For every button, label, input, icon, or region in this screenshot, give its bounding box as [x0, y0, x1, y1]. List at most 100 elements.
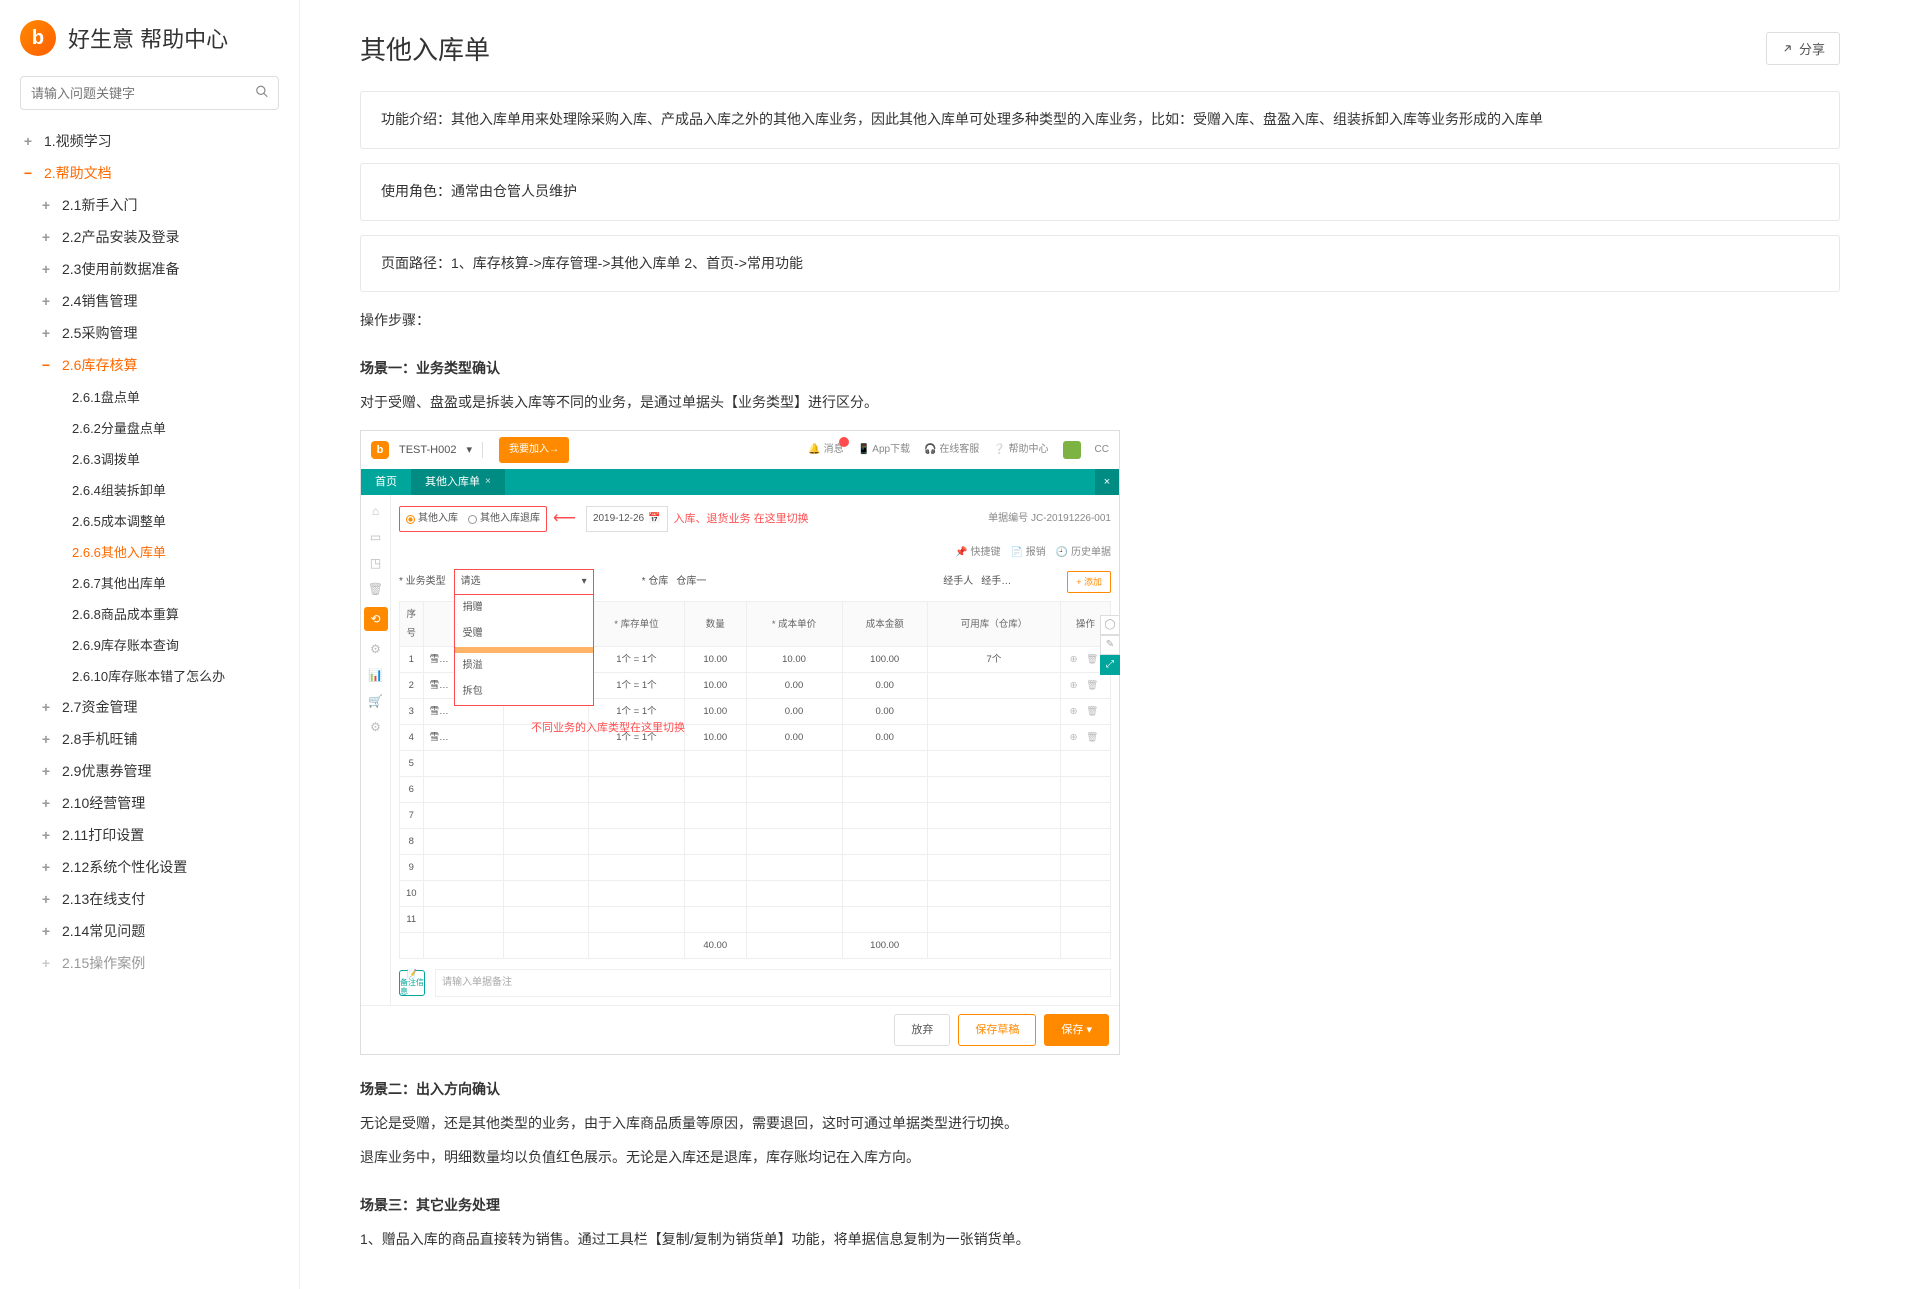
- plus-icon: [20, 133, 36, 149]
- tree-item[interactable]: 2.15操作案例: [20, 947, 279, 979]
- intro-panel: 功能介绍：其他入库单用来处理除采购入库、产成品入库之外的其他入库业务，因此其他入…: [360, 91, 1840, 149]
- plus-icon: [38, 923, 54, 939]
- ss-company: TEST-H002: [399, 439, 456, 461]
- plus-icon: [38, 229, 54, 245]
- tree-leaf[interactable]: 2.6.5成本调整单: [20, 505, 279, 536]
- embedded-screenshot: b TEST-H002 ▾ 我要加入→ 🔔 消息 📱 App下载 🎧 在线客服 …: [360, 430, 1120, 1055]
- dropdown-item: 捐赠: [455, 595, 593, 621]
- tree-leaf[interactable]: 2.6.2分量盘点单: [20, 412, 279, 443]
- plus-icon: [38, 731, 54, 747]
- plus-icon: [38, 293, 54, 309]
- tree-item-stock[interactable]: 2.6库存核算: [20, 349, 279, 381]
- tree-leaf[interactable]: 2.6.4组装拆卸单: [20, 474, 279, 505]
- share-button[interactable]: 分享: [1766, 32, 1840, 65]
- tool-icon: ✎: [1100, 635, 1120, 655]
- tree-item[interactable]: 2.3使用前数据准备: [20, 253, 279, 285]
- memo-row: 📝备注信息 请输入单据备注: [399, 969, 1111, 997]
- tree-leaf[interactable]: 2.6.10库存账本错了怎么办: [20, 660, 279, 691]
- plus-icon: [38, 325, 54, 341]
- plus-icon: [38, 197, 54, 213]
- cancel-button: 放弃: [894, 1014, 950, 1046]
- save-button: 保存 ▾: [1044, 1014, 1109, 1046]
- plus-icon: [38, 795, 54, 811]
- plus-icon: [38, 699, 54, 715]
- tree-item[interactable]: 2.12系统个性化设置: [20, 851, 279, 883]
- tree-item[interactable]: 2.8手机旺铺: [20, 723, 279, 755]
- dropdown-item: 损溢: [455, 653, 593, 679]
- avatar: [1063, 441, 1081, 459]
- handler-value: 经手…: [981, 572, 1011, 592]
- path-panel: 页面路径：1、库存核算->库存管理->其他入库单 2、首页->常用功能: [360, 235, 1840, 293]
- search-box: [20, 76, 279, 110]
- tree-item[interactable]: 2.10经营管理: [20, 787, 279, 819]
- role-label: 使用角色：: [381, 183, 451, 199]
- dropdown-list: 捐赠 受赠 损溢 拆包: [454, 595, 594, 706]
- ss-join-button: 我要加入→: [499, 437, 569, 463]
- sidebar: b 好生意 帮助中心 1.视频学习 2.帮助文档 2.1新手入门 2.2产品安装…: [0, 0, 300, 1289]
- tree-leaf[interactable]: 2.6.3调拨单: [20, 443, 279, 474]
- close-icon: ×: [485, 472, 491, 492]
- annotation-text: 不同业务的入库类型在这里切换: [531, 717, 685, 739]
- warehouse-value: 仓库一: [676, 572, 706, 592]
- warehouse-label: * 仓库: [642, 572, 669, 592]
- rail-icon: ▭: [368, 529, 384, 545]
- tree-item[interactable]: 2.4销售管理: [20, 285, 279, 317]
- ss-logo-icon: b: [371, 441, 389, 459]
- tree-item-video[interactable]: 1.视频学习: [20, 125, 279, 157]
- tree-leaf[interactable]: 2.6.1盘点单: [20, 381, 279, 412]
- logo-icon: b: [20, 20, 56, 56]
- right-toolbar: ◯ ✎ ⤢: [1100, 615, 1120, 675]
- minus-icon: [20, 165, 36, 181]
- tree-item[interactable]: 2.11打印设置: [20, 819, 279, 851]
- username: CC: [1095, 440, 1109, 460]
- expense-link: 📄 报销: [1011, 543, 1046, 563]
- plus-icon: [38, 955, 54, 971]
- tree-item-docs[interactable]: 2.帮助文档: [20, 157, 279, 189]
- tree-item[interactable]: 2.7资金管理: [20, 691, 279, 723]
- rail-icon-active: ⟲: [364, 607, 388, 631]
- tree-item[interactable]: 2.2产品安装及登录: [20, 221, 279, 253]
- radio-on-icon: [406, 515, 415, 524]
- memo-icon: 📝备注信息: [399, 970, 425, 996]
- date-picker: 2019-12-26 📅: [586, 506, 668, 532]
- ss-footer: 放弃 保存草稿 保存 ▾: [361, 1005, 1119, 1054]
- steps-label: 操作步骤：: [360, 306, 1840, 334]
- tree-item[interactable]: 2.9优惠券管理: [20, 755, 279, 787]
- share-icon: [1781, 42, 1794, 55]
- app-download-link: 📱 App下载: [858, 440, 910, 460]
- tree-item[interactable]: 2.13在线支付: [20, 883, 279, 915]
- memo-input: 请输入单据备注: [435, 969, 1111, 997]
- tree-leaf[interactable]: 2.6.9库存账本查询: [20, 629, 279, 660]
- scenario2-p2: 退库业务中，明细数量均以负值红色展示。无论是入库还是退库，库存账均记在入库方向。: [360, 1143, 1840, 1171]
- rail-icon: 🛒: [368, 693, 384, 709]
- tree-item[interactable]: 2.1新手入门: [20, 189, 279, 221]
- tree-item[interactable]: 2.14常见问题: [20, 915, 279, 947]
- intro-label: 功能介绍：: [381, 111, 451, 127]
- home-icon: ⌂: [368, 503, 384, 519]
- handler-label: 经手人: [943, 572, 973, 592]
- role-text: 通常由仓管人员维护: [451, 183, 577, 199]
- scenario3-p1: 1、赠品入库的商品直接转为销售。通过工具栏【复制/复制为销货单】功能，将单据信息…: [360, 1225, 1840, 1253]
- rail-icon: ⚙: [368, 641, 384, 657]
- tree-leaf-current[interactable]: 2.6.6其他入库单: [20, 536, 279, 567]
- scenario2-title: 场景二：出入方向确认: [360, 1081, 500, 1097]
- scenario2-p1: 无论是受赠，还是其他类型的业务，由于入库商品质量等原因，需要退回，这时可通过单据…: [360, 1109, 1840, 1137]
- scenario3-title: 场景三：其它业务处理: [360, 1197, 500, 1213]
- minus-icon: [38, 357, 54, 373]
- rail-icon: ⚙: [368, 719, 384, 735]
- rail-icon: ◳: [368, 555, 384, 571]
- history-link: 🕘 历史单据: [1056, 543, 1111, 563]
- content-block: 操作步骤： 场景一：业务类型确认 对于受赠、盘盈或是拆装入库等不同的业务，是通过…: [360, 306, 1840, 1253]
- tree-item[interactable]: 2.5采购管理: [20, 317, 279, 349]
- intro-text: 其他入库单用来处理除采购入库、产成品入库之外的其他入库业务，因此其他入库单可处理…: [451, 111, 1543, 127]
- search-icon[interactable]: [255, 85, 269, 102]
- tree-leaf[interactable]: 2.6.8商品成本重算: [20, 598, 279, 629]
- plus-icon: [38, 859, 54, 875]
- bell-icon: 🔔 消息: [808, 440, 843, 460]
- brand-title: 好生意 帮助中心: [68, 22, 228, 54]
- tool-icon-active: ⤢: [1100, 655, 1120, 675]
- plus-icon: [38, 763, 54, 779]
- tree-leaf[interactable]: 2.6.7其他出库单: [20, 567, 279, 598]
- scenario1-title: 场景一：业务类型确认: [360, 360, 500, 376]
- search-input[interactable]: [20, 76, 279, 110]
